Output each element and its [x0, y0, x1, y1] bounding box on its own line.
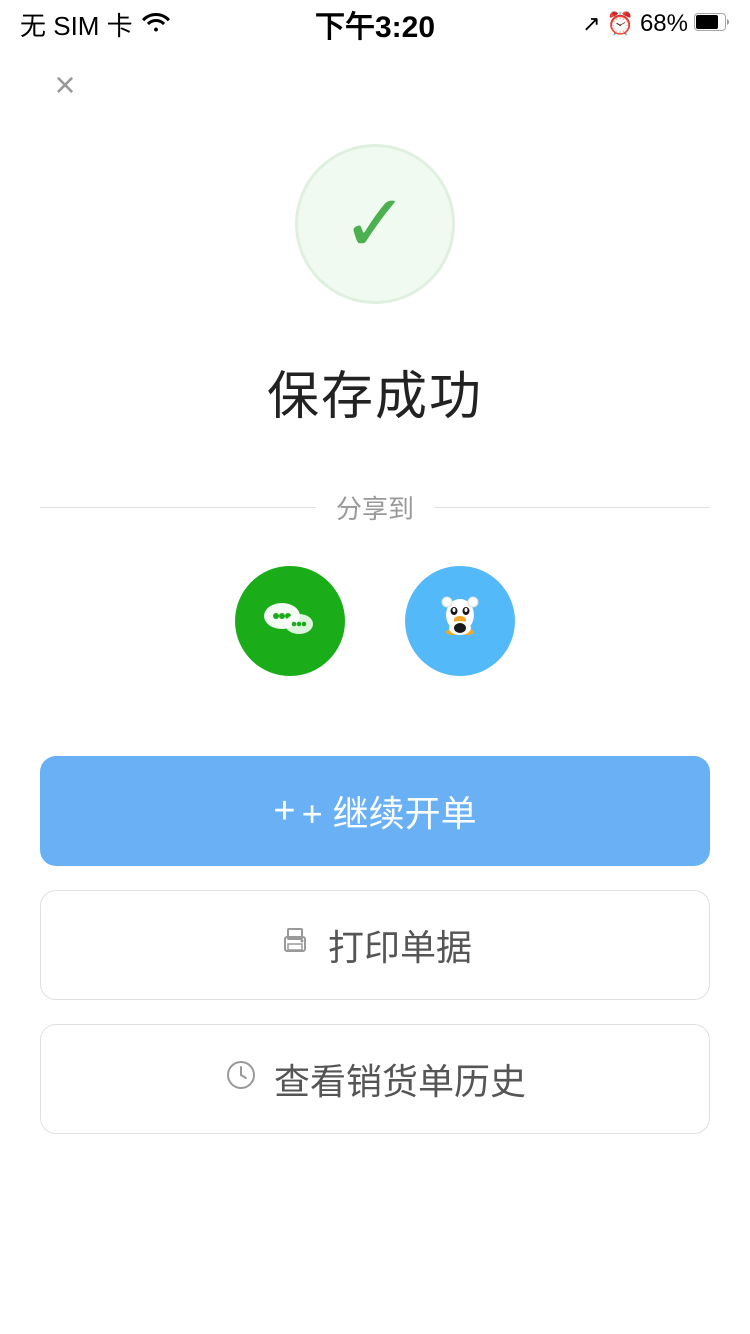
- history-button[interactable]: 查看销货单历史: [40, 1024, 710, 1134]
- action-buttons: + + 继续开单 打印单据 查看销货单历: [0, 756, 750, 1134]
- history-icon: [224, 1058, 258, 1101]
- continue-button[interactable]: + + 继续开单: [40, 756, 710, 866]
- print-label: 打印单据: [328, 919, 472, 971]
- status-left: 无 SIM 卡: [20, 6, 171, 43]
- main-content: ✓ 保存成功 分享到: [0, 44, 750, 1134]
- divider-line-left: [40, 507, 316, 508]
- share-icons-container: [235, 566, 515, 676]
- alarm-icon: ⏰: [607, 11, 634, 37]
- checkmark-icon: ✓: [341, 184, 408, 264]
- wechat-share-button[interactable]: [235, 566, 345, 676]
- history-label: 查看销货单历史: [274, 1053, 526, 1105]
- no-sim-label: 无 SIM 卡: [20, 6, 133, 43]
- success-title: 保存成功: [267, 354, 483, 429]
- battery-percent: 68%: [640, 10, 688, 38]
- print-icon: [278, 924, 312, 967]
- status-time: 下午3:20: [315, 2, 435, 46]
- print-button[interactable]: 打印单据: [40, 890, 710, 1000]
- qq-share-button[interactable]: [405, 566, 515, 676]
- divider-line-right: [434, 507, 710, 508]
- continue-label: + 继续开单: [302, 785, 477, 837]
- share-label: 分享到: [316, 489, 434, 526]
- share-divider: 分享到: [0, 489, 750, 526]
- wifi-icon: [141, 10, 171, 38]
- close-icon: ×: [54, 67, 75, 103]
- status-bar: 无 SIM 卡 下午3:20 ↗ ⏰ 68%: [0, 0, 750, 44]
- plus-icon: +: [273, 790, 295, 833]
- status-right: ↗ ⏰ 68%: [582, 10, 730, 38]
- battery-icon: [694, 10, 730, 38]
- close-button[interactable]: ×: [40, 60, 90, 110]
- success-icon-circle: ✓: [295, 144, 455, 304]
- location-icon: ↗: [582, 11, 600, 37]
